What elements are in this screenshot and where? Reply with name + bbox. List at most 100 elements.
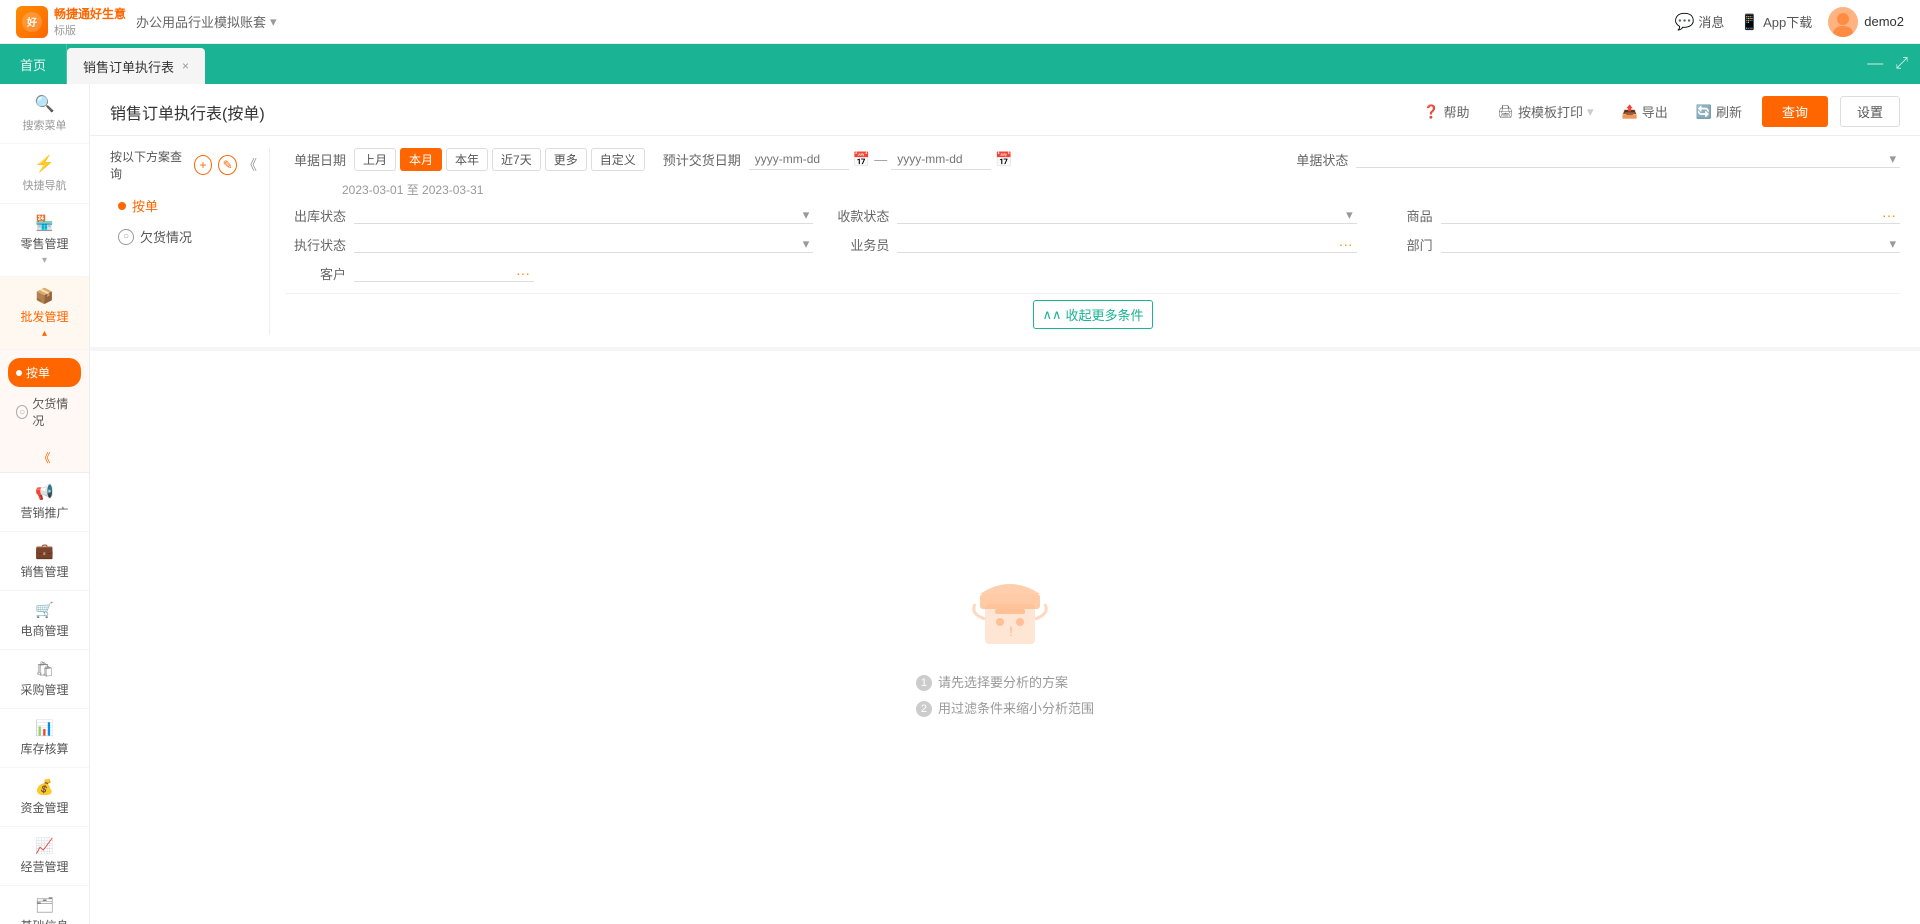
department-arrow[interactable]: ▾ xyxy=(1885,236,1900,252)
message-btn[interactable]: 💬 消息 xyxy=(1674,12,1724,32)
expected-date-from[interactable] xyxy=(749,149,849,170)
filter-sidebar-header: 按以下方案查询 + ✎ 《 xyxy=(110,148,257,182)
filter-section: 按以下方案查询 + ✎ 《 按单 ○ 欠货情况 xyxy=(90,136,1920,347)
collapse-scheme-btn[interactable]: 《 xyxy=(243,155,257,175)
edit-scheme-btn[interactable]: ✎ xyxy=(218,155,237,175)
quicknav-icon: ⚡ xyxy=(35,154,55,174)
logo-area: 好 畅捷通好生意 标版 xyxy=(16,5,126,38)
sidebar-item-wholesale[interactable]: 📦 批发管理 ▴ xyxy=(0,277,89,350)
cal-to-icon[interactable]: 📅 xyxy=(995,151,1012,168)
logo-icon: 好 xyxy=(16,6,48,38)
payment-status-arrow[interactable]: ▾ xyxy=(1342,207,1357,223)
delivery-status-select: ▾ xyxy=(354,207,813,224)
tab-bar: 首页 销售订单执行表 × — ⤢ xyxy=(0,44,1920,84)
sidebar-item-purchase[interactable]: 🛍 采购管理 xyxy=(0,650,89,709)
date-btn-more[interactable]: 更多 xyxy=(545,148,587,171)
top-bar-left: 好 畅捷通好生意 标版 办公用品行业模拟账套 ▾ xyxy=(16,5,277,38)
customer-more-icon[interactable]: ··· xyxy=(512,265,534,281)
sidebar-item-search[interactable]: 🔍 搜索菜单 xyxy=(0,84,89,144)
field-customer: 客户 ··· xyxy=(286,264,586,283)
export-btn[interactable]: 📤 导出 xyxy=(1614,98,1676,125)
settings-btn[interactable]: 设置 xyxy=(1840,96,1900,127)
sidebar-item-basic[interactable]: 🗂 基础信息 xyxy=(0,886,89,924)
sidebar-item-ecommerce[interactable]: 🛒 电商管理 xyxy=(0,591,89,650)
breadcrumb-arrow[interactable]: ▾ xyxy=(270,14,277,30)
collapse-more-btn[interactable]: ∧∧ 收起更多条件 xyxy=(1033,300,1152,329)
sidebar-item-inventory[interactable]: 📊 库存核算 xyxy=(0,709,89,768)
data-area: ! 1 请先选择要分析的方案 2 用过滤条件来缩小分析范围 xyxy=(90,351,1920,924)
sidebar-sub-欠货情况[interactable]: ○ 欠货情况 xyxy=(8,389,81,435)
tab-sales-order[interactable]: 销售订单执行表 × xyxy=(67,48,205,84)
refresh-btn[interactable]: 🔄 刷新 xyxy=(1688,98,1750,125)
collapse-more-bar: ∧∧ 收起更多条件 xyxy=(286,293,1900,335)
tab-expand-btn[interactable]: ⤢ xyxy=(1895,55,1908,73)
field-order-status: 单据状态 ▾ xyxy=(1288,150,1900,169)
empty-state: ! 1 请先选择要分析的方案 2 用过滤条件来缩小分析范围 xyxy=(916,554,1094,722)
avatar xyxy=(1828,7,1858,37)
filter-row-4: 客户 ··· xyxy=(286,264,1900,283)
date-btn-thismonth[interactable]: 本月 xyxy=(400,148,442,171)
wholesale-sub-menu: 按单 ○ 欠货情况 xyxy=(0,350,89,443)
sidebar-item-finance[interactable]: 💰 资金管理 xyxy=(0,768,89,827)
date-btn-custom[interactable]: 自定义 xyxy=(591,148,645,171)
salesperson-more-icon[interactable]: ··· xyxy=(1335,236,1357,252)
page-header: 销售订单执行表(按单) ❓ 帮助 🖨 按模板打印 ▾ 📤 导出 🔄 刷新 xyxy=(90,84,1920,136)
message-icon: 💬 xyxy=(1674,12,1694,32)
export-icon: 📤 xyxy=(1622,104,1638,120)
date-range-display: 2023-03-01 至 2023-03-31 xyxy=(286,181,1900,198)
sidebar-item-marketing[interactable]: 📢 营销推广 xyxy=(0,473,89,532)
print-arrow: ▾ xyxy=(1587,104,1594,120)
payment-status-label: 收款状态 xyxy=(829,206,889,225)
status-dropdown-arrow[interactable]: ▾ xyxy=(1885,151,1900,167)
filter-row-1: 单据日期 上月 本月 本年 近7天 更多 自定义 预计交货日期 xyxy=(286,148,1900,171)
tab-minimize-btn[interactable]: — xyxy=(1867,55,1883,73)
sidebar-sub-按单[interactable]: 按单 xyxy=(8,358,81,387)
execute-status-arrow[interactable]: ▾ xyxy=(799,236,814,252)
date-btn-7days[interactable]: 近7天 xyxy=(492,148,541,171)
sales-icon: 💼 xyxy=(35,542,54,560)
sidebar: 🔍 搜索菜单 ⚡ 快捷导航 🏪 零售管理 ▾ 📦 批发管理 ▴ 按单 ○ 欠货情… xyxy=(0,84,90,924)
template-print-btn[interactable]: 🖨 按模板打印 ▾ xyxy=(1490,98,1602,125)
goods-more-icon[interactable]: ··· xyxy=(1878,207,1900,223)
scheme-item-欠货[interactable]: ○ 欠货情况 xyxy=(110,221,257,252)
scheme-item-按单[interactable]: 按单 xyxy=(110,190,257,221)
breadcrumb-area: 办公用品行业模拟账套 ▾ xyxy=(136,12,277,31)
tip-num-2: 2 xyxy=(916,701,932,717)
ecommerce-icon: 🛒 xyxy=(35,601,54,619)
dot-icon xyxy=(16,370,22,376)
search-icon: 🔍 xyxy=(35,94,55,114)
delivery-status-arrow[interactable]: ▾ xyxy=(799,207,814,223)
department-label: 部门 xyxy=(1373,235,1433,254)
operation-icon: 📈 xyxy=(35,837,54,855)
logo-text: 畅捷通好生意 标版 xyxy=(54,5,126,38)
expected-date-label: 预计交货日期 xyxy=(661,150,741,169)
query-btn[interactable]: 查询 xyxy=(1762,96,1828,127)
date-btn-lastmonth[interactable]: 上月 xyxy=(354,148,396,171)
main-layout: 🔍 搜索菜单 ⚡ 快捷导航 🏪 零售管理 ▾ 📦 批发管理 ▴ 按单 ○ 欠货情… xyxy=(0,84,1920,924)
breadcrumb-text: 办公用品行业模拟账套 xyxy=(136,12,266,31)
expected-date-to[interactable] xyxy=(891,149,991,170)
date-btn-thisyear[interactable]: 本年 xyxy=(446,148,488,171)
sidebar-item-retail[interactable]: 🏪 零售管理 ▾ xyxy=(0,204,89,277)
wholesale-icon: 📦 xyxy=(35,287,54,305)
user-area[interactable]: demo2 xyxy=(1828,7,1904,37)
app-download-btn[interactable]: 📱 App下载 xyxy=(1740,12,1812,31)
add-scheme-btn[interactable]: + xyxy=(194,155,213,175)
goods-select: ··· xyxy=(1441,207,1900,224)
content-area: 销售订单执行表(按单) ❓ 帮助 🖨 按模板打印 ▾ 📤 导出 🔄 刷新 xyxy=(90,84,1920,924)
cal-from-icon[interactable]: 📅 xyxy=(853,151,870,168)
filter-row-2: 出库状态 ▾ 收款状态 ▾ 商品 xyxy=(286,206,1900,225)
top-bar: 好 畅捷通好生意 标版 办公用品行业模拟账套 ▾ 💬 消息 📱 App下载 xyxy=(0,0,1920,44)
tab-close-icon[interactable]: × xyxy=(182,59,189,73)
scheme-circle-icon: ○ xyxy=(118,229,134,245)
sidebar-item-quicknav[interactable]: ⚡ 快捷导航 xyxy=(0,144,89,204)
help-btn[interactable]: ❓ 帮助 xyxy=(1415,98,1477,125)
sidebar-item-operation[interactable]: 📈 经营管理 xyxy=(0,827,89,886)
refresh-icon: 🔄 xyxy=(1696,104,1712,120)
active-scheme-dot xyxy=(118,202,126,210)
sidebar-item-sales[interactable]: 💼 销售管理 xyxy=(0,532,89,591)
sub-circle-icon: ○ xyxy=(16,405,28,419)
tab-home[interactable]: 首页 xyxy=(0,44,67,84)
wholesale-arrow: ▴ xyxy=(42,328,47,339)
sidebar-collapse-btn[interactable]: 《 xyxy=(0,443,89,473)
